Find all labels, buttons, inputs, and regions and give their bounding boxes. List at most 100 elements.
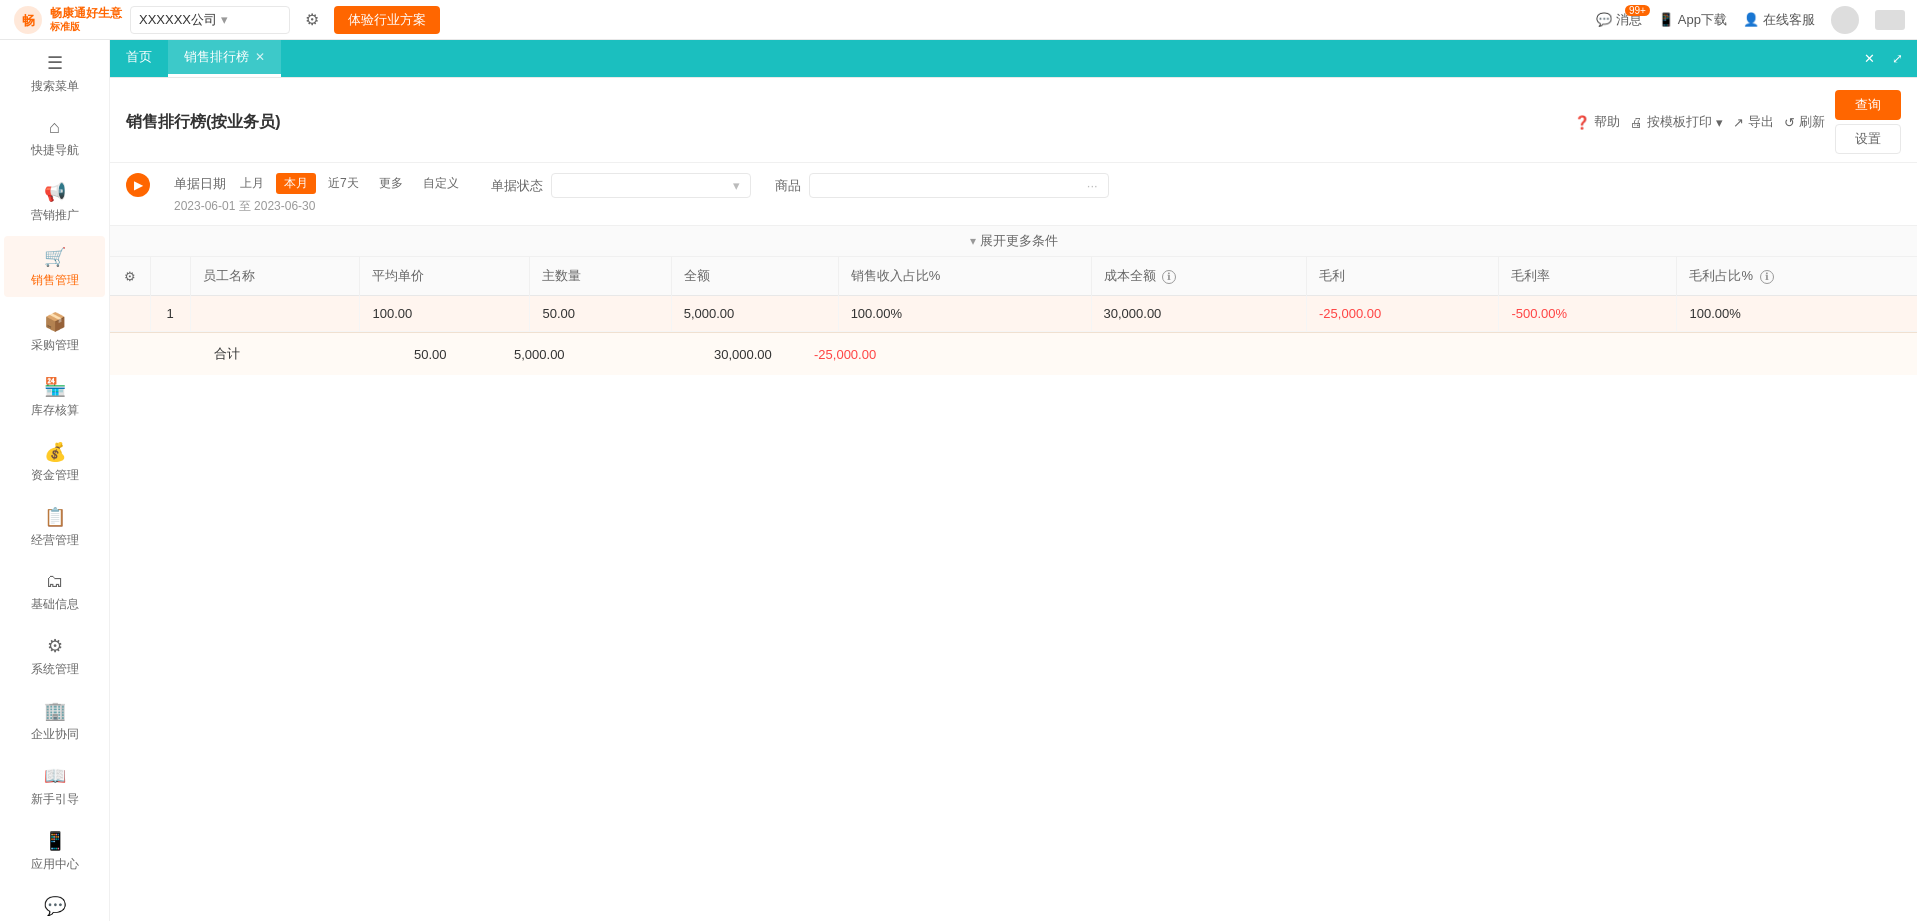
print-label: 按模板打印 (1647, 113, 1712, 131)
top-bar: 畅 畅康通好生意 标准版 XXXXXX公司 ▾ ⚙ 体验行业方案 💬 消息 99… (0, 0, 1917, 40)
online-service-label: 在线客服 (1763, 11, 1815, 29)
sidebar-item-inventory[interactable]: 🏪 库存核算 (4, 366, 105, 427)
app-logo: 畅 畅康通好生意 标准版 (12, 4, 122, 36)
page-title: 销售排行榜(按业务员) (126, 112, 281, 133)
sidebar-item-shortcut[interactable]: ⌂ 快捷导航 (4, 107, 105, 167)
message-badge: 99+ (1625, 5, 1650, 16)
table-header-row: ⚙ 员工名称 平均单价 主数量 全额 销售收入占比% 成本全额 ℹ (110, 257, 1917, 296)
sidebar-item-guide[interactable]: 📖 新手引导 (4, 755, 105, 816)
main-layout: ☰ 搜索菜单 ⌂ 快捷导航 📢 营销推广 🛒 销售管理 📦 采购管理 🏪 库存核… (0, 40, 1917, 921)
help-button[interactable]: ❓ 帮助 (1574, 113, 1620, 131)
row-amount: 5,000.00 (671, 296, 838, 332)
gross-pct-info-icon[interactable]: ℹ (1760, 270, 1774, 284)
trial-button[interactable]: 体验行业方案 (334, 6, 440, 34)
filter-arrow-button[interactable]: ▶ (126, 173, 150, 197)
status-chevron-icon: ▾ (733, 178, 740, 193)
tab-minimize-button[interactable]: ✕ (1857, 47, 1881, 71)
sidebar-item-wechat[interactable]: 💬 企业微信 (4, 885, 105, 921)
sidebar-item-purchase[interactable]: 📦 采购管理 (4, 301, 105, 362)
settings-small-button[interactable]: 设置 (1835, 124, 1901, 154)
refresh-button[interactable]: ↺ 刷新 (1784, 113, 1825, 131)
col-gross-header: 毛利 (1307, 257, 1499, 296)
row-name (190, 296, 360, 332)
sidebar-item-enterprise[interactable]: 🏢 企业协同 (4, 690, 105, 751)
sidebar-item-sales[interactable]: 🛒 销售管理 (4, 236, 105, 297)
col-settings-header[interactable]: ⚙ (110, 257, 150, 296)
company-selector[interactable]: XXXXXX公司 ▾ (130, 6, 290, 34)
sidebar-label-enterprise: 企业协同 (31, 726, 79, 743)
tab-actions: ✕ ⤢ (1857, 40, 1917, 77)
export-label: 导出 (1748, 113, 1774, 131)
cost-info-icon[interactable]: ℹ (1162, 270, 1176, 284)
status-filter-select[interactable]: ▾ (551, 173, 751, 198)
col-qty-header: 主数量 (530, 257, 671, 296)
expand-bar: ▾ 展开更多条件 (110, 226, 1917, 257)
date-range-display: 2023-06-01 至 2023-06-30 (174, 198, 467, 215)
query-button[interactable]: 查询 (1835, 90, 1901, 120)
col-name-header: 员工名称 (190, 257, 360, 296)
row-avg-price: 100.00 (360, 296, 530, 332)
goods-filter-input[interactable]: ··· (809, 173, 1109, 198)
inventory-icon: 🏪 (44, 376, 66, 398)
app-download-button[interactable]: 📱 App下载 (1658, 11, 1727, 29)
sidebar-item-operations[interactable]: 📋 经营管理 (4, 496, 105, 557)
topbar-settings-icon[interactable]: ⚙ (298, 6, 326, 34)
page-header: 销售排行榜(按业务员) ❓ 帮助 🖨 按模板打印 ▾ ↗ (110, 78, 1917, 163)
print-button[interactable]: 🖨 按模板打印 ▾ (1630, 113, 1723, 131)
tab-close-icon[interactable]: ✕ (255, 50, 265, 64)
sidebar-item-finance[interactable]: 💰 资金管理 (4, 431, 105, 492)
date-tab-custom[interactable]: 自定义 (415, 173, 467, 194)
date-filter-group: 单据日期 上月 本月 近7天 更多 自定义 2023-06-01 至 2023-… (174, 173, 467, 215)
user-avatar[interactable] (1831, 6, 1859, 34)
tab-expand-button[interactable]: ⤢ (1885, 47, 1909, 71)
goods-filter-group: 商品 ··· (775, 173, 1109, 198)
sidebar-item-appstore[interactable]: 📱 应用中心 (4, 820, 105, 881)
expand-label: 展开更多条件 (980, 232, 1058, 250)
appstore-icon: 📱 (44, 830, 66, 852)
sidebar-item-marketing[interactable]: 📢 营销推广 (4, 171, 105, 232)
sidebar-label-guide: 新手引导 (31, 791, 79, 808)
footer-qty: 50.00 (402, 343, 502, 366)
row-gross-pct: 100.00% (1677, 296, 1917, 332)
tab-sales-ranking[interactable]: 销售排行榜 ✕ (168, 40, 281, 77)
top-right-actions: 💬 消息 99+ 📱 App下载 👤 在线客服 (1596, 6, 1905, 34)
footer-gross: -25,000.00 (802, 343, 902, 366)
row-qty: 50.00 (530, 296, 671, 332)
date-tab-last-month[interactable]: 上月 (232, 173, 272, 194)
col-gross-pct-header: 毛利占比% ℹ (1677, 257, 1917, 296)
sidebar-item-search[interactable]: ☰ 搜索菜单 (4, 42, 105, 103)
print-icon: 🖨 (1630, 115, 1643, 130)
guide-icon: 📖 (44, 765, 66, 787)
sales-ranking-table: ⚙ 员工名称 平均单价 主数量 全额 销售收入占比% 成本全额 ℹ (110, 257, 1917, 332)
col-gross-rate-header: 毛利率 (1499, 257, 1677, 296)
tab-home[interactable]: 首页 (110, 40, 168, 77)
date-tab-this-month[interactable]: 本月 (276, 173, 316, 194)
col-sales-pct-header: 销售收入占比% (838, 257, 1091, 296)
col-amount-header: 全额 (671, 257, 838, 296)
marketing-icon: 📢 (44, 181, 66, 203)
refresh-label: 刷新 (1799, 113, 1825, 131)
row-sales-pct: 100.00% (838, 296, 1091, 332)
col-avg-price-header: 平均单价 (360, 257, 530, 296)
page-content: 销售排行榜(按业务员) ❓ 帮助 🖨 按模板打印 ▾ ↗ (110, 78, 1917, 921)
purchase-icon: 📦 (44, 311, 66, 333)
search-menu-icon: ☰ (47, 52, 63, 74)
sidebar-item-basic[interactable]: 🗂 基础信息 (4, 561, 105, 621)
user-name-placeholder[interactable] (1875, 10, 1905, 30)
download-icon: 📱 (1658, 12, 1674, 27)
expand-conditions-button[interactable]: ▾ 展开更多条件 (970, 232, 1058, 250)
online-service-button[interactable]: 👤 在线客服 (1743, 11, 1815, 29)
service-icon: 👤 (1743, 12, 1759, 27)
page-inner: 销售排行榜(按业务员) ❓ 帮助 🖨 按模板打印 ▾ ↗ (110, 78, 1917, 921)
content-area: 首页 销售排行榜 ✕ ✕ ⤢ 销售排行榜(按业务员) ❓ (110, 40, 1917, 921)
message-button[interactable]: 💬 消息 99+ (1596, 11, 1642, 29)
sidebar-item-system[interactable]: ⚙ 系统管理 (4, 625, 105, 686)
footer-spacer-settings (122, 350, 162, 358)
basic-icon: 🗂 (46, 571, 64, 592)
date-tab-7days[interactable]: 近7天 (320, 173, 367, 194)
shortcut-icon: ⌂ (49, 117, 60, 138)
export-button[interactable]: ↗ 导出 (1733, 113, 1774, 131)
date-tab-more[interactable]: 更多 (371, 173, 411, 194)
tab-bar: 首页 销售排行榜 ✕ ✕ ⤢ (110, 40, 1917, 78)
table-row[interactable]: 1 100.00 50.00 5,000.00 100.00% 30,000.0… (110, 296, 1917, 332)
